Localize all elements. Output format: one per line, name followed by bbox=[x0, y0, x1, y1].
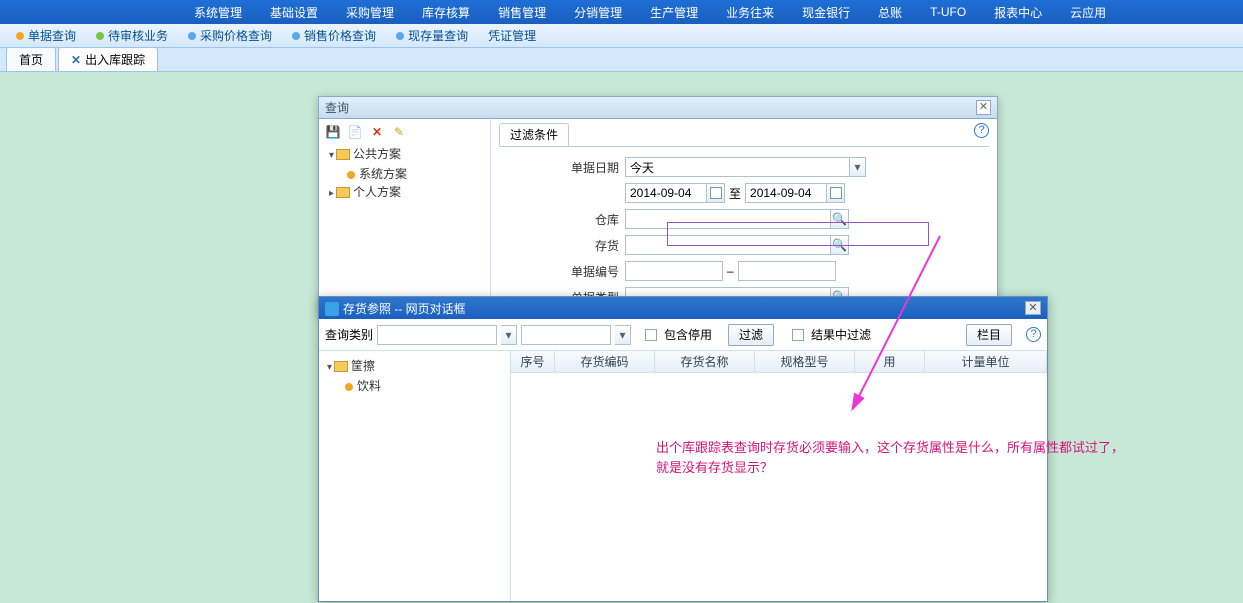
query-dialog-title[interactable]: 查询 ✕ bbox=[319, 97, 997, 119]
menu-report[interactable]: 报表中心 bbox=[980, 4, 1056, 21]
label-stock: 存货 bbox=[499, 237, 625, 254]
filter-in-result-checkbox[interactable] bbox=[792, 329, 804, 341]
menu-ledger[interactable]: 总账 bbox=[864, 4, 916, 21]
sc-sales-price[interactable]: 销售价格查询 bbox=[282, 27, 386, 44]
folder-icon bbox=[336, 149, 350, 160]
category-tree: 筐擦 饮料 bbox=[319, 351, 511, 601]
search-icon[interactable]: 🔍 bbox=[831, 209, 849, 229]
query-text[interactable] bbox=[521, 325, 611, 345]
tree-drink[interactable]: 饮料 bbox=[323, 377, 506, 395]
menu-distribution[interactable]: 分销管理 bbox=[560, 4, 636, 21]
bullet-icon bbox=[347, 171, 355, 179]
tree-system[interactable]: 系统方案 bbox=[325, 165, 484, 183]
label-warehouse: 仓库 bbox=[499, 211, 625, 228]
search-icon[interactable]: 🔍 bbox=[831, 235, 849, 255]
sc-voucher[interactable]: 凭证管理 bbox=[478, 27, 546, 44]
label-filter-in-result: 结果中过滤 bbox=[811, 326, 871, 343]
dot-icon bbox=[96, 32, 104, 40]
col-use[interactable]: 用 bbox=[855, 351, 925, 372]
label-date: 单据日期 bbox=[499, 159, 625, 176]
menu-inventory[interactable]: 库存核算 bbox=[408, 4, 484, 21]
filter-tab[interactable]: 过滤条件 bbox=[499, 123, 569, 146]
close-icon[interactable]: ✕ bbox=[976, 100, 991, 115]
menu-business[interactable]: 业务往来 bbox=[712, 4, 788, 21]
shortcut-bar: 单据查询 待审核业务 采购价格查询 销售价格查询 现存量查询 凭证管理 bbox=[0, 24, 1243, 48]
stock-input[interactable] bbox=[625, 235, 831, 255]
label-to: 至 bbox=[725, 185, 745, 202]
label-querytype: 查询类别 bbox=[325, 326, 373, 343]
save-icon[interactable]: 💾 bbox=[325, 125, 341, 141]
sc-bill-query[interactable]: 单据查询 bbox=[6, 27, 86, 44]
edit-icon[interactable]: ✎ bbox=[391, 125, 407, 141]
sc-stock-qty[interactable]: 现存量查询 bbox=[386, 27, 478, 44]
col-name[interactable]: 存货名称 bbox=[655, 351, 755, 372]
delete-icon[interactable]: ✕ bbox=[369, 125, 385, 141]
tree-root[interactable]: 筐擦 bbox=[323, 357, 506, 377]
annotation-text: 出个库跟踪表查询时存货必须要输入，这个存货属性是什么，所有属性都试过了，就是没有… bbox=[656, 438, 1136, 478]
tab-inout-track[interactable]: ✕出入库跟踪 bbox=[58, 47, 158, 71]
calendar-icon[interactable] bbox=[707, 183, 725, 203]
col-spec[interactable]: 规格型号 bbox=[755, 351, 855, 372]
ie-icon bbox=[325, 302, 339, 316]
sc-pending[interactable]: 待审核业务 bbox=[86, 27, 178, 44]
date-range-select[interactable] bbox=[625, 157, 850, 177]
chevron-down-icon[interactable]: ▾ bbox=[850, 157, 866, 177]
sc-purchase-price[interactable]: 采购价格查询 bbox=[178, 27, 282, 44]
menu-cash[interactable]: 现金银行 bbox=[788, 4, 864, 21]
calendar-icon[interactable] bbox=[827, 183, 845, 203]
date-to[interactable] bbox=[745, 183, 827, 203]
close-icon[interactable]: ✕ bbox=[71, 53, 81, 67]
chevron-down-icon[interactable]: ▾ bbox=[501, 325, 517, 345]
tree-personal[interactable]: 个人方案 bbox=[325, 183, 484, 203]
menu-sales[interactable]: 销售管理 bbox=[484, 4, 560, 21]
menu-purchase[interactable]: 采购管理 bbox=[332, 4, 408, 21]
page-tabs: 首页 ✕出入库跟踪 bbox=[0, 48, 1243, 72]
column-button[interactable]: 栏目 bbox=[966, 324, 1012, 346]
dot-icon bbox=[188, 32, 196, 40]
menu-tufo[interactable]: T-UFO bbox=[916, 5, 980, 19]
bullet-icon bbox=[345, 383, 353, 391]
tab-home[interactable]: 首页 bbox=[6, 47, 56, 71]
filter-button[interactable]: 过滤 bbox=[728, 324, 774, 346]
dot-icon bbox=[16, 32, 24, 40]
chevron-down-icon[interactable]: ▾ bbox=[615, 325, 631, 345]
menu-production[interactable]: 生产管理 bbox=[636, 4, 712, 21]
include-stop-checkbox[interactable] bbox=[645, 329, 657, 341]
col-unit[interactable]: 计量单位 bbox=[925, 351, 1047, 372]
menu-cloud[interactable]: 云应用 bbox=[1056, 4, 1120, 21]
querytype-select[interactable] bbox=[377, 325, 497, 345]
menu-basic[interactable]: 基础设置 bbox=[256, 4, 332, 21]
col-seq[interactable]: 序号 bbox=[511, 351, 555, 372]
help-icon[interactable]: ? bbox=[1026, 327, 1041, 342]
dot-icon bbox=[292, 32, 300, 40]
billno-to[interactable] bbox=[738, 261, 836, 281]
folder-icon bbox=[334, 361, 348, 372]
dot-icon bbox=[396, 32, 404, 40]
copy-icon[interactable]: 📄 bbox=[347, 125, 363, 141]
col-code[interactable]: 存货编码 bbox=[555, 351, 655, 372]
menu-system[interactable]: 系统管理 bbox=[180, 4, 256, 21]
billno-from[interactable] bbox=[625, 261, 723, 281]
tree-public[interactable]: 公共方案 bbox=[325, 145, 484, 165]
main-menu: 系统管理 基础设置 采购管理 库存核算 销售管理 分销管理 生产管理 业务往来 … bbox=[0, 0, 1243, 24]
close-icon[interactable]: ✕ bbox=[1025, 301, 1041, 315]
lookup-title[interactable]: 存货参照 -- 网页对话框 ✕ bbox=[319, 297, 1047, 319]
label-billno: 单据编号 bbox=[499, 263, 625, 280]
query-dialog: 查询 ✕ 💾 📄 ✕ ✎ 公共方案 系统方案 个人方案 过滤条件 ? 单据日期 … bbox=[318, 96, 998, 316]
date-from[interactable] bbox=[625, 183, 707, 203]
warehouse-input[interactable] bbox=[625, 209, 831, 229]
folder-icon bbox=[336, 187, 350, 198]
help-icon[interactable]: ? bbox=[974, 123, 989, 138]
scheme-tree-panel: 💾 📄 ✕ ✎ 公共方案 系统方案 个人方案 bbox=[319, 119, 491, 315]
label-include-stop: 包含停用 bbox=[664, 326, 712, 343]
